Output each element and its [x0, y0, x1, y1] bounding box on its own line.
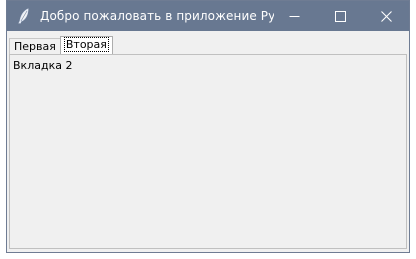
maximize-icon: [334, 7, 346, 26]
tab-first[interactable]: Первая: [9, 38, 61, 54]
panel-label: Вкладка 2: [13, 59, 73, 72]
window-controls: [271, 1, 409, 31]
minimize-button[interactable]: [271, 1, 317, 31]
maximize-button[interactable]: [317, 1, 363, 31]
close-button[interactable]: [363, 1, 409, 31]
window-title: Добро пожаловать в приложение Pytho...: [40, 9, 274, 23]
tab-panel: Вкладка 2: [9, 54, 407, 249]
app-window: Добро пожаловать в приложение Pytho...: [6, 0, 410, 253]
tab-second[interactable]: Вторая: [59, 36, 113, 54]
window-client-area: Первая Вторая Вкладка 2: [7, 31, 409, 252]
tab-first-label: Первая: [14, 40, 56, 53]
tab-second-label: Вторая: [63, 37, 109, 52]
close-icon: [380, 7, 392, 26]
minimize-icon: [289, 7, 300, 26]
title-bar[interactable]: Добро пожаловать в приложение Pytho...: [7, 1, 409, 31]
feather-icon: [16, 8, 32, 24]
notebook-tabs: Первая Вторая: [9, 36, 113, 54]
